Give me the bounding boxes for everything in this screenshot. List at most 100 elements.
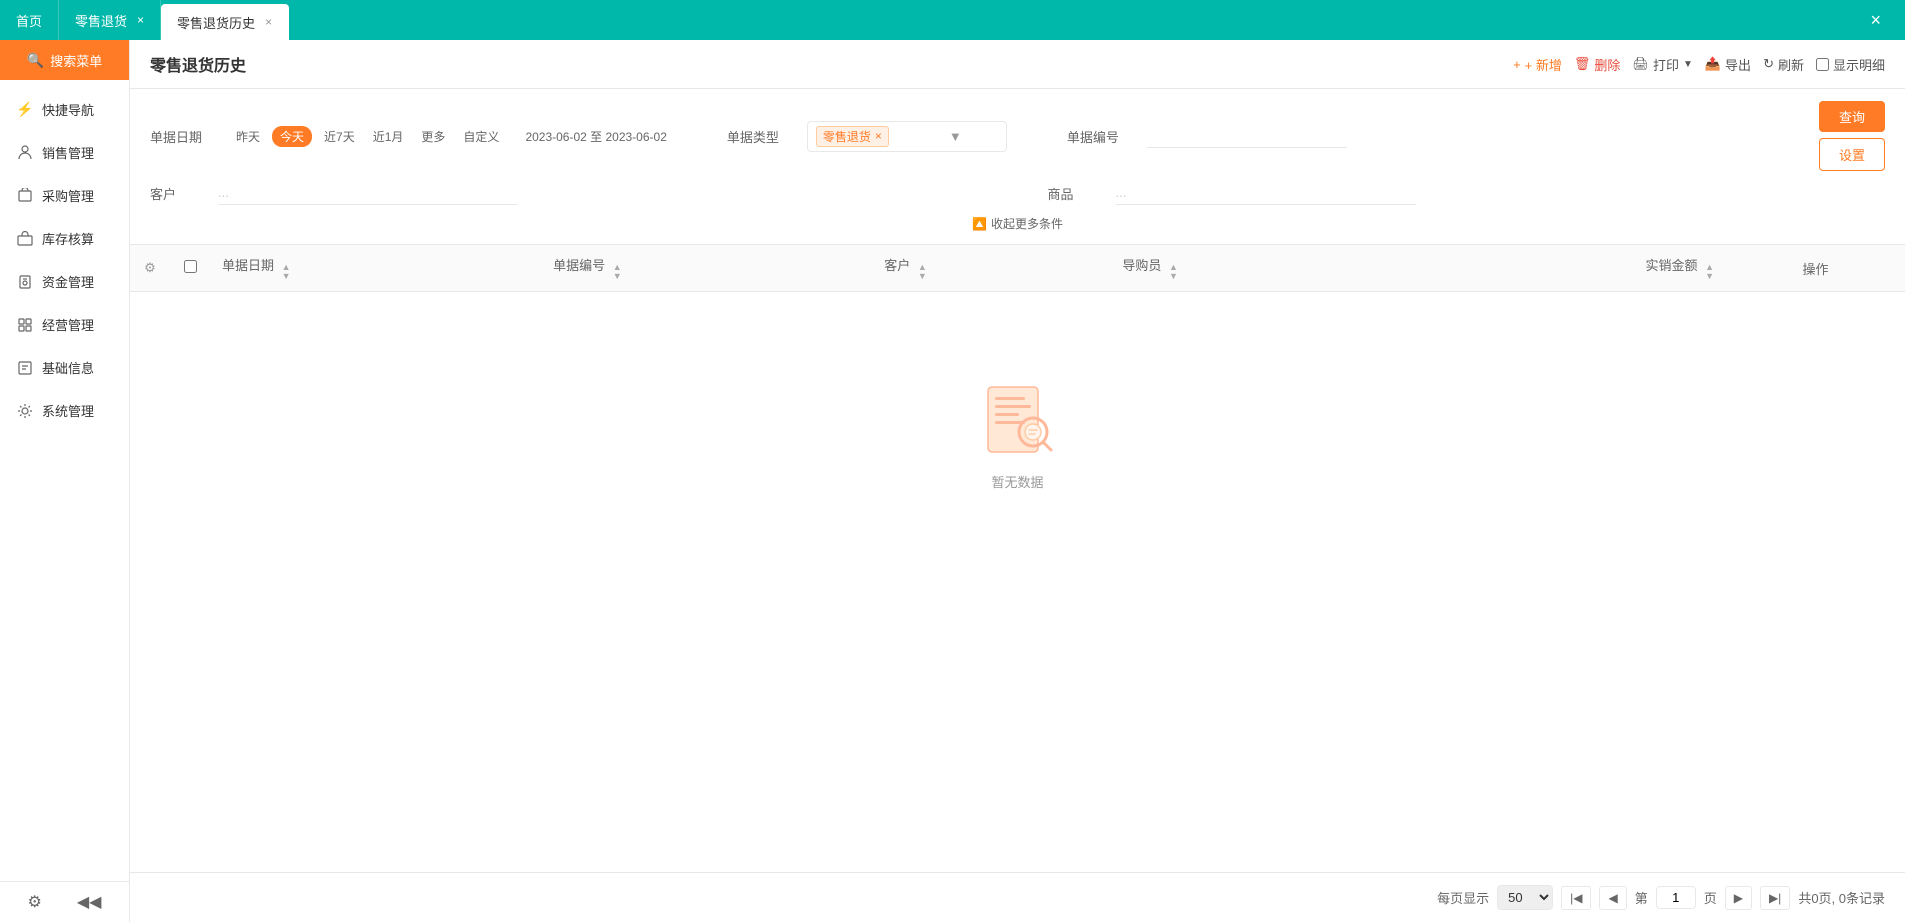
export-label: 导出 [1725, 55, 1751, 74]
voucher-no-input[interactable] [1147, 124, 1347, 148]
show-detail-input[interactable] [1816, 58, 1829, 71]
tab-retail-return-label: 零售退货 [75, 11, 127, 30]
page-last-button[interactable]: ▶| [1760, 886, 1790, 910]
tab-home-label: 首页 [16, 11, 42, 30]
page-first-button[interactable]: |◀ [1561, 886, 1591, 910]
sidebar-item-quick-nav[interactable]: ⚡ 快捷导航 [0, 88, 129, 131]
th-customer[interactable]: 客户 ▲▼ [872, 245, 1110, 292]
export-icon: 📤 [1705, 56, 1721, 72]
empty-text: 暂无数据 [991, 472, 1043, 491]
filter-row-2: 客户 商品 [150, 181, 1885, 205]
sidebar-volume-icon[interactable]: ◀◀ [77, 892, 102, 912]
filter-bar: 单据日期 昨天 今天 近7天 近1月 更多 自定义 2023-06-02 至 2… [130, 89, 1905, 245]
voucher-type-tag-text: 零售退货 [823, 128, 871, 145]
print-label: 打印 [1653, 55, 1679, 74]
th-operation-label: 操作 [1803, 262, 1829, 277]
top-bar: 首页 零售退货 × 零售退货历史 × × [0, 0, 1905, 40]
tab-home[interactable]: 首页 [0, 0, 59, 40]
th-voucher-date-label: 单据日期 [222, 258, 274, 273]
voucher-type-select[interactable]: 零售退货 × ▼ [807, 121, 1007, 152]
query-button[interactable]: 查询 [1819, 101, 1885, 132]
sidebar-settings-icon[interactable]: ⚙ [28, 892, 42, 912]
sidebar-search-button[interactable]: 🔍 搜索菜单 [0, 40, 129, 80]
sidebar-item-purchase-mgmt[interactable]: 采购管理 [0, 174, 129, 217]
page-label: 第 [1635, 888, 1648, 907]
tab-retail-return[interactable]: 零售退货 × [59, 0, 161, 40]
voucher-type-arrow-icon: ▼ [949, 129, 962, 144]
data-table: ⚙ 单据日期 ▲▼ 单据编号 ▲▼ [130, 245, 1905, 292]
voucher-type-tag: 零售退货 × [816, 126, 889, 147]
new-button[interactable]: + + 新增 [1513, 55, 1562, 74]
th-actual-amount[interactable]: 实销金额 ▲▼ [1395, 245, 1726, 292]
window-close-button[interactable]: × [1862, 10, 1889, 31]
print-icon: 🖨 [1632, 56, 1649, 72]
collapse-button[interactable]: 🔼 收起更多条件 [972, 215, 1063, 232]
sidebar-item-finance[interactable]: 资金管理 [0, 260, 129, 303]
date-btn-1month[interactable]: 近1月 [367, 126, 410, 147]
sidebar-item-operations[interactable]: 经营管理 [0, 303, 129, 346]
tab-retail-return-history-close[interactable]: × [265, 15, 272, 29]
operations-icon [16, 316, 34, 334]
content-area: 零售退货历史 + + 新增 🗑 删除 🖨 打印 ▼ 📤 导出 [130, 40, 1905, 922]
sidebar-item-inventory-label: 库存核算 [42, 229, 94, 248]
show-detail-checkbox[interactable]: 显示明细 [1816, 55, 1885, 74]
date-btn-yesterday[interactable]: 昨天 [230, 126, 266, 147]
quick-nav-icon: ⚡ [16, 101, 34, 119]
select-all-checkbox[interactable] [184, 260, 197, 273]
sort-icon-no: ▲▼ [613, 263, 622, 281]
date-btn-more[interactable]: 更多 [415, 126, 451, 147]
sidebar-item-basic-info[interactable]: 基础信息 [0, 346, 129, 389]
refresh-button[interactable]: ↻ 刷新 [1763, 55, 1804, 74]
tab-retail-return-close[interactable]: × [137, 13, 144, 27]
sidebar-item-purchase-label: 采购管理 [42, 186, 94, 205]
th-voucher-no[interactable]: 单据编号 ▲▼ [541, 245, 872, 292]
sidebar-bottom: ⚙ ◀◀ [0, 881, 129, 922]
customer-input[interactable] [218, 181, 518, 205]
sidebar-item-basic-label: 基础信息 [42, 358, 94, 377]
delete-button[interactable]: 🗑 删除 [1574, 55, 1621, 74]
sidebar-item-system-label: 系统管理 [42, 401, 94, 420]
th-guide[interactable]: 导购员 ▲▼ [1110, 245, 1395, 292]
voucher-no-label: 单据编号 [1067, 127, 1127, 146]
refresh-label: 刷新 [1778, 55, 1804, 74]
print-button[interactable]: 🖨 打印 ▼ [1632, 55, 1692, 74]
show-detail-label: 显示明细 [1833, 55, 1885, 74]
page-next-button[interactable]: ▶ [1725, 886, 1752, 910]
sort-icon-date: ▲▼ [282, 263, 291, 281]
th-actual-amount-label: 实销金额 [1645, 258, 1697, 273]
th-checkbox [170, 245, 210, 292]
voucher-type-tag-close[interactable]: × [875, 129, 882, 143]
tab-bar: 首页 零售退货 × 零售退货历史 × [0, 0, 1862, 40]
page-unit: 页 [1704, 888, 1717, 907]
goods-label: 商品 [1048, 184, 1108, 203]
sidebar-item-sales-mgmt[interactable]: 销售管理 [0, 131, 129, 174]
table-settings-icon[interactable]: ⚙ [144, 260, 156, 275]
setting-button[interactable]: 设置 [1819, 138, 1885, 171]
sidebar-item-operations-label: 经营管理 [42, 315, 94, 334]
per-page-select[interactable]: 50 10 20 100 [1497, 885, 1553, 910]
th-customer-label: 客户 [884, 258, 910, 273]
th-voucher-date[interactable]: 单据日期 ▲▼ [210, 245, 541, 292]
sidebar-item-system[interactable]: 系统管理 [0, 389, 129, 432]
filter-row-1: 单据日期 昨天 今天 近7天 近1月 更多 自定义 2023-06-02 至 2… [150, 101, 1885, 171]
date-btn-today[interactable]: 今天 [272, 126, 312, 147]
goods-input[interactable] [1116, 181, 1416, 205]
tab-retail-return-history[interactable]: 零售退货历史 × [161, 4, 289, 40]
sales-mgmt-icon [16, 144, 34, 162]
purchase-mgmt-icon [16, 187, 34, 205]
page-prev-button[interactable]: ◀ [1599, 886, 1626, 910]
tab-retail-return-history-label: 零售退货历史 [177, 13, 255, 32]
sort-icon-customer: ▲▼ [918, 263, 927, 281]
sidebar: 🔍 搜索菜单 ⚡ 快捷导航 销售管理 采购管理 [0, 40, 130, 922]
export-button[interactable]: 📤 导出 [1705, 55, 1751, 74]
voucher-type-label: 单据类型 [727, 127, 787, 146]
sidebar-item-sales-label: 销售管理 [42, 143, 94, 162]
header-actions: + + 新增 🗑 删除 🖨 打印 ▼ 📤 导出 ↻ [1513, 55, 1885, 74]
date-btn-custom[interactable]: 自定义 [457, 126, 505, 147]
collapse-label: 收起更多条件 [991, 215, 1063, 232]
page-number-input[interactable] [1656, 886, 1696, 909]
sidebar-item-inventory[interactable]: 库存核算 [0, 217, 129, 260]
total-info: 共0页, 0条记录 [1798, 888, 1885, 907]
empty-state: 暂无数据 [130, 292, 1905, 571]
date-btn-7days[interactable]: 近7天 [318, 126, 361, 147]
